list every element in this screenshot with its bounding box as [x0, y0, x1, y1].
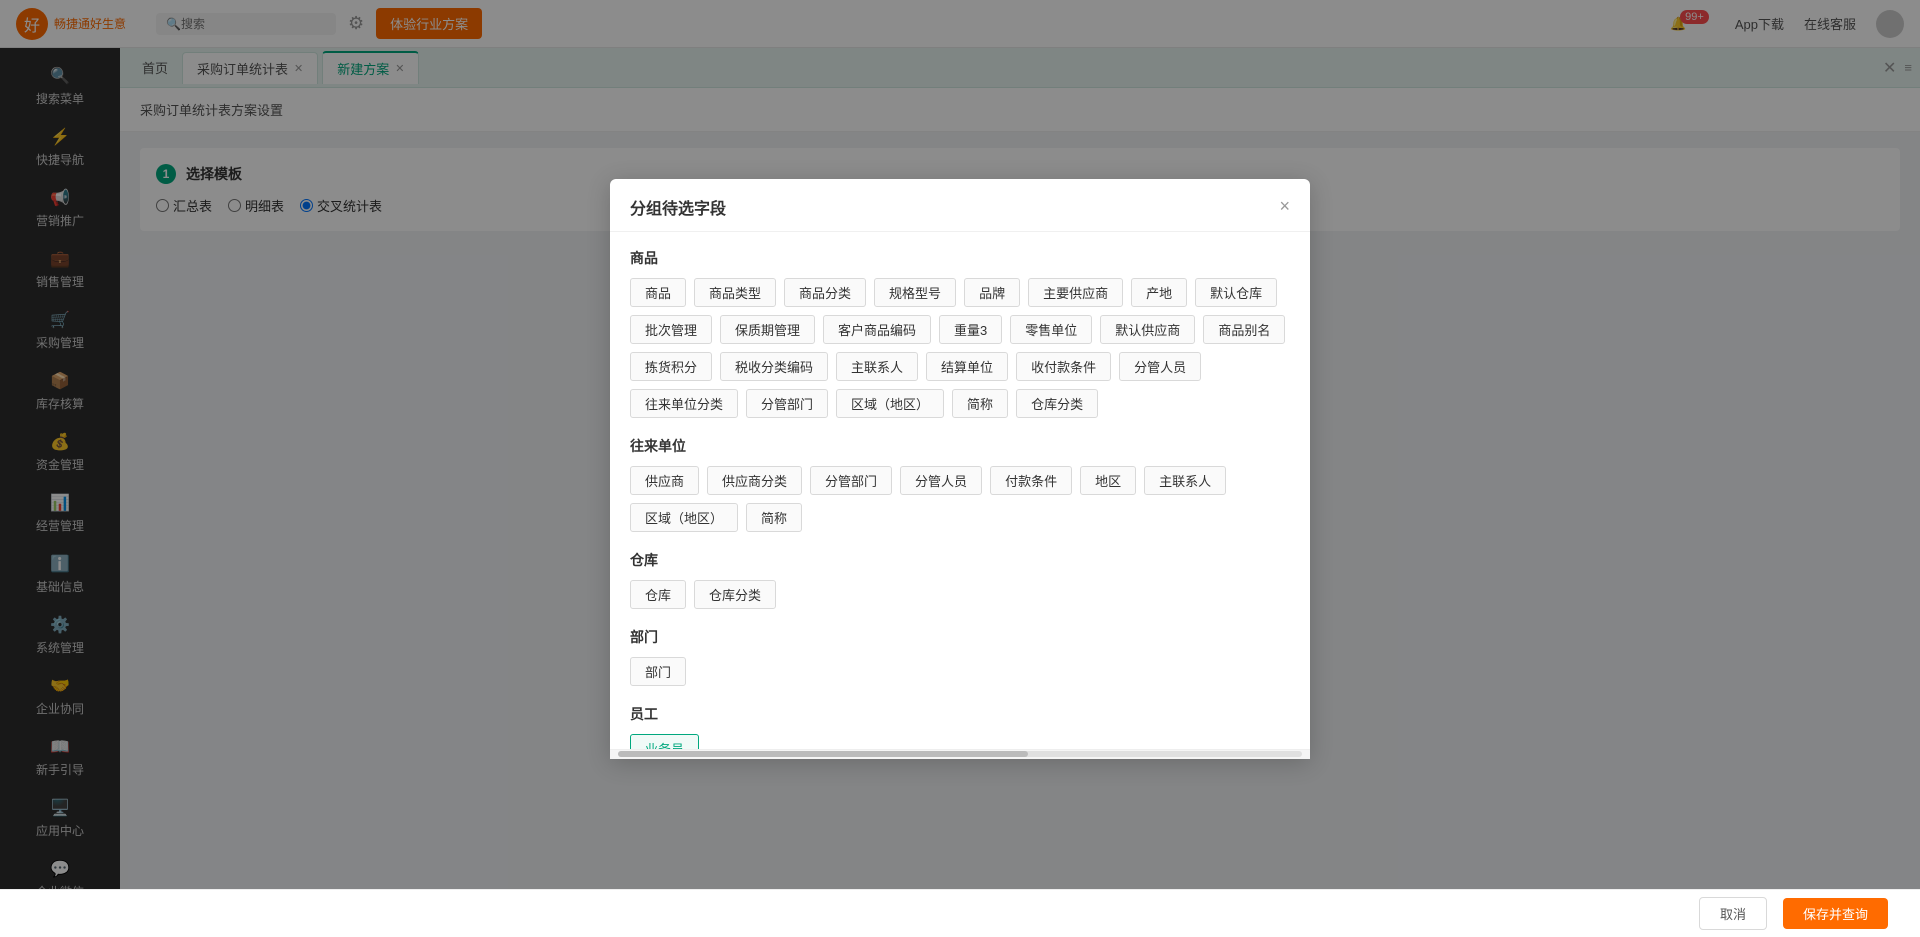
bottom-bar: 取消 保存并查询 — [0, 889, 1920, 937]
field-tag[interactable]: 默认供应商 — [1100, 315, 1195, 344]
section-product: 商品 商品 商品类型 商品分类 规格型号 品牌 主要供应商 产地 默认仓库 批次… — [630, 248, 1290, 418]
field-tag[interactable]: 规格型号 — [874, 278, 956, 307]
section-counterpart-title: 往来单位 — [630, 436, 1290, 456]
field-tag[interactable]: 往来单位分类 — [630, 389, 738, 418]
field-tag[interactable]: 拣货积分 — [630, 352, 712, 381]
section-employee-title: 员工 — [630, 704, 1290, 724]
field-tag[interactable]: 零售单位 — [1010, 315, 1092, 344]
product-field-tags: 商品 商品类型 商品分类 规格型号 品牌 主要供应商 产地 默认仓库 批次管理 … — [630, 278, 1290, 418]
field-tag[interactable]: 重量3 — [939, 315, 1002, 344]
field-tag[interactable]: 简称 — [746, 503, 802, 532]
field-tag-salesperson[interactable]: 业务员 — [630, 734, 699, 749]
field-tag[interactable]: 分管人员 — [900, 466, 982, 495]
dialog-header: 分组待选字段 × — [610, 179, 1310, 232]
field-tag[interactable]: 仓库分类 — [1016, 389, 1098, 418]
employee-field-tags: 业务员 — [630, 734, 1290, 749]
field-tag[interactable]: 主联系人 — [1144, 466, 1226, 495]
field-tag[interactable]: 地区 — [1080, 466, 1136, 495]
dialog-body: 商品 商品 商品类型 商品分类 规格型号 品牌 主要供应商 产地 默认仓库 批次… — [610, 232, 1310, 749]
field-tag[interactable]: 仓库 — [630, 580, 686, 609]
modal-overlay: 分组待选字段 × 商品 商品 商品类型 商品分类 规格型号 品牌 主要供应商 产… — [0, 0, 1920, 937]
field-tag[interactable]: 分管人员 — [1119, 352, 1201, 381]
field-tag[interactable]: 部门 — [630, 657, 686, 686]
field-tag[interactable]: 品牌 — [964, 278, 1020, 307]
section-counterpart: 往来单位 供应商 供应商分类 分管部门 分管人员 付款条件 地区 主联系人 区域… — [630, 436, 1290, 532]
field-tag[interactable]: 供应商 — [630, 466, 699, 495]
field-tag[interactable]: 分管部门 — [746, 389, 828, 418]
dialog-title: 分组待选字段 — [630, 195, 726, 219]
section-department: 部门 部门 — [630, 627, 1290, 686]
field-tag[interactable]: 商品类型 — [694, 278, 776, 307]
field-tag[interactable]: 批次管理 — [630, 315, 712, 344]
field-tag[interactable]: 结算单位 — [926, 352, 1008, 381]
footer-save-btn[interactable]: 保存并查询 — [1783, 898, 1888, 929]
dialog-close-btn[interactable]: × — [1279, 196, 1290, 217]
section-employee: 员工 业务员 — [630, 704, 1290, 749]
field-tag[interactable]: 付款条件 — [990, 466, 1072, 495]
field-tag[interactable]: 商品分类 — [784, 278, 866, 307]
field-tag[interactable]: 主要供应商 — [1028, 278, 1123, 307]
section-department-title: 部门 — [630, 627, 1290, 647]
field-tag[interactable]: 商品别名 — [1203, 315, 1285, 344]
field-tag[interactable]: 分管部门 — [810, 466, 892, 495]
field-tag[interactable]: 税收分类编码 — [720, 352, 828, 381]
field-tag[interactable]: 默认仓库 — [1195, 278, 1277, 307]
field-tag[interactable]: 区域（地区） — [836, 389, 944, 418]
department-field-tags: 部门 — [630, 657, 1290, 686]
field-select-dialog: 分组待选字段 × 商品 商品 商品类型 商品分类 规格型号 品牌 主要供应商 产… — [610, 179, 1310, 759]
field-tag[interactable]: 简称 — [952, 389, 1008, 418]
field-tag[interactable]: 主联系人 — [836, 352, 918, 381]
field-tag[interactable]: 产地 — [1131, 278, 1187, 307]
footer-cancel-btn[interactable]: 取消 — [1699, 897, 1767, 930]
field-tag[interactable]: 收付款条件 — [1016, 352, 1111, 381]
field-tag[interactable]: 供应商分类 — [707, 466, 802, 495]
field-tag[interactable]: 保质期管理 — [720, 315, 815, 344]
warehouse-field-tags: 仓库 仓库分类 — [630, 580, 1290, 609]
section-warehouse-title: 仓库 — [630, 550, 1290, 570]
field-tag[interactable]: 区域（地区） — [630, 503, 738, 532]
field-tag[interactable]: 商品 — [630, 278, 686, 307]
field-tag[interactable]: 仓库分类 — [694, 580, 776, 609]
counterpart-field-tags: 供应商 供应商分类 分管部门 分管人员 付款条件 地区 主联系人 区域（地区） … — [630, 466, 1290, 532]
section-product-title: 商品 — [630, 248, 1290, 268]
field-tag[interactable]: 客户商品编码 — [823, 315, 931, 344]
section-warehouse: 仓库 仓库 仓库分类 — [630, 550, 1290, 609]
